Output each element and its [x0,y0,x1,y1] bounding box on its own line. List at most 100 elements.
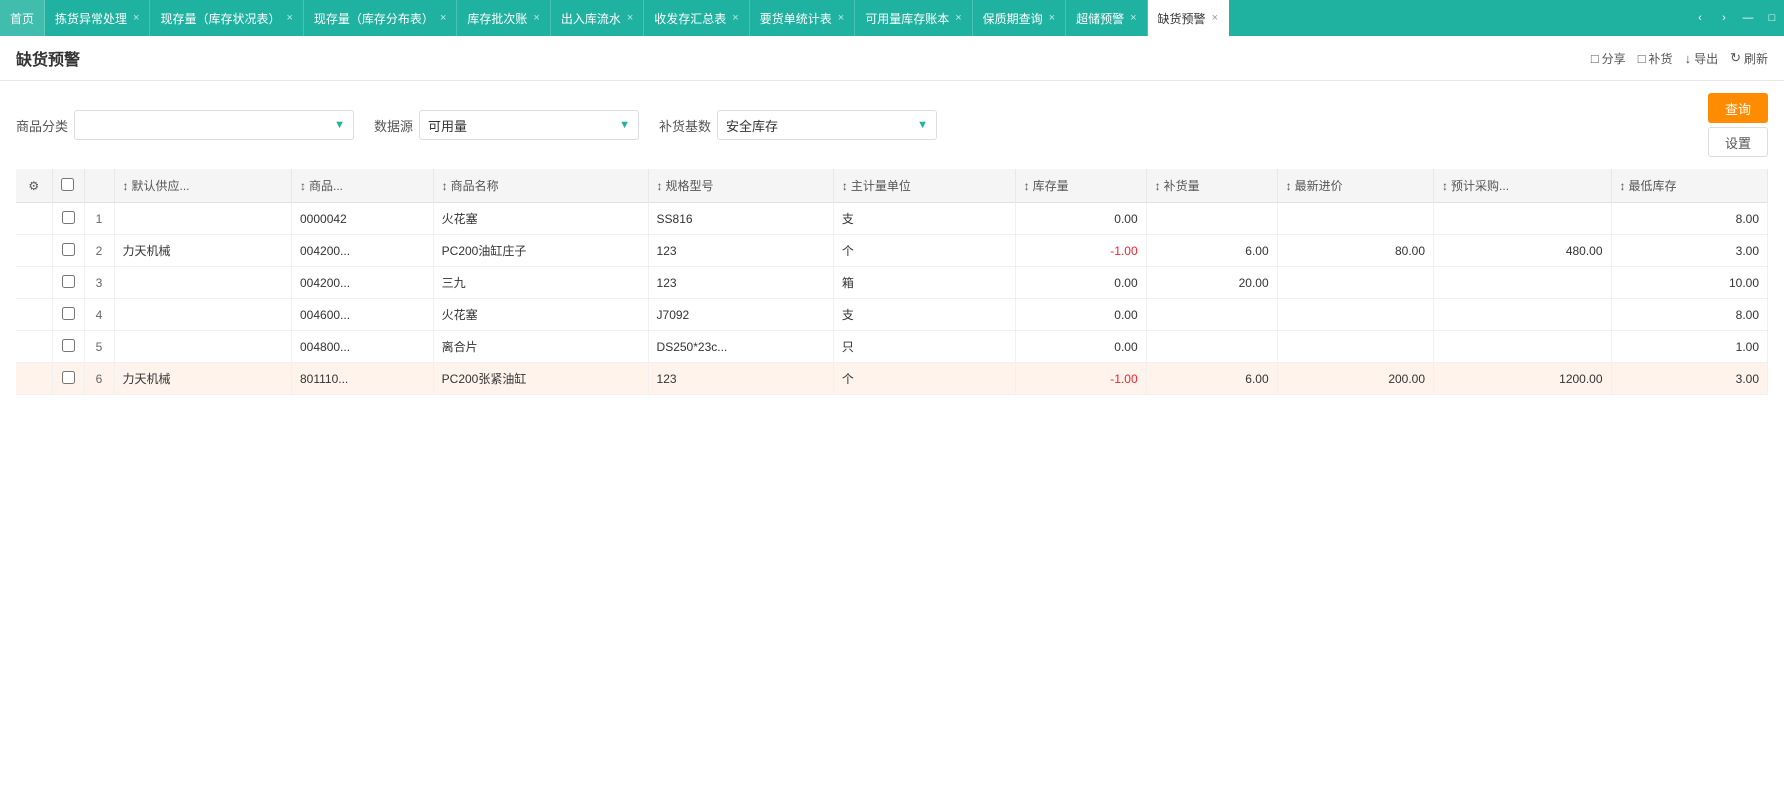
min-stock-column-header[interactable]: ↕ 最低库存 [1611,169,1767,203]
estimated-purchase-column-header[interactable]: ↕ 预计采购... [1434,169,1612,203]
tab-label-collect: 收发存汇总表 [654,10,726,27]
stock-qty-column-header[interactable]: ↕ 库存量 [1015,169,1146,203]
row-checkbox-5[interactable] [62,371,75,384]
select-all-checkbox[interactable] [61,178,74,191]
tab-overstock[interactable]: 超储预警 × [1066,0,1147,36]
tab-available[interactable]: 可用量库存账本× [855,0,972,36]
tab-prev-btn[interactable]: ‹ [1688,0,1712,36]
replenish-action[interactable]: □ 补货 [1638,50,1673,67]
row-latest-price-cell: 200.00 [1277,363,1433,395]
row-checkbox-cell[interactable] [52,203,84,235]
row-stock-qty-cell: -1.00 [1015,363,1146,395]
basis-value: 安全库存 [726,116,917,135]
tab-maximize-btn[interactable]: □ [1760,0,1784,36]
tab-label-expiry: 保质期查询 [983,10,1043,27]
query-button[interactable]: 查询 [1708,93,1768,123]
tab-label-batch: 库存批次账 [467,10,527,27]
spec-column-header[interactable]: ↕ 规格型号 [648,169,833,203]
row-checkbox-2[interactable] [62,275,75,288]
settings-column-header[interactable]: ⚙ [16,169,52,203]
tab-label-home: 首页 [10,10,34,27]
page-header: 缺货预警 □ 分享 □ 补货 ↓ 导出 ↻ 刷新 [0,36,1784,81]
settings-button[interactable]: 设置 [1708,127,1768,157]
tab-close-order-stat[interactable]: × [838,12,844,24]
refresh-action[interactable]: ↻ 刷新 [1730,50,1768,67]
product-code-column-header[interactable]: ↕ 商品... [292,169,434,203]
tab-order-stat[interactable]: 要货单统计表× [750,0,855,36]
tab-next-btn[interactable]: › [1712,0,1736,36]
basis-label: 补货基数 [659,116,711,135]
tab-close-collect[interactable]: × [732,12,738,24]
tab-close-available[interactable]: × [955,12,961,24]
share-action[interactable]: □ 分享 [1591,50,1626,67]
supplier-column-header[interactable]: ↕ 默认供应... [114,169,292,203]
row-checkbox-cell[interactable] [52,235,84,267]
row-product-name-cell: PC200油缸庄子 [433,235,648,267]
row-checkbox-cell[interactable] [52,299,84,331]
row-supplier-cell [114,267,292,299]
tab-home[interactable]: 首页 [0,0,45,36]
row-product-name-cell: 三九 [433,267,648,299]
row-min-stock-cell: 3.00 [1611,235,1767,267]
tab-stock-status[interactable]: 现存量（库存状况表）× [150,0,303,36]
row-spec-cell: 123 [648,267,833,299]
tab-minimize-btn[interactable]: — [1736,0,1760,36]
tab-expiry[interactable]: 保质期查询 × [973,0,1066,36]
tab-close-shortage[interactable]: × [1212,12,1218,24]
filter-group-category: 商品分类 ▼ [16,110,354,140]
tab-shortage[interactable]: 缺货预警 × [1148,0,1229,36]
table-row: 4 004600... 火花塞 J7092 支 0.00 8.00 [16,299,1768,331]
row-product-code-cell: 801110... [292,363,434,395]
tab-close-expiry[interactable]: × [1049,12,1055,24]
tab-close-abnormal[interactable]: × [133,12,139,24]
row-stock-qty-cell: 0.00 [1015,203,1146,235]
page-content: 缺货预警 □ 分享 □ 补货 ↓ 导出 ↻ 刷新 商品分类 [0,36,1784,796]
unit-column-header[interactable]: ↕ 主计量单位 [833,169,1015,203]
row-supplier-cell: 力天机械 [114,363,292,395]
category-dropdown-icon: ▼ [334,119,345,131]
row-supplier-cell: 力天机械 [114,235,292,267]
row-num-cell: 2 [84,235,114,267]
product-name-column-header[interactable]: ↕ 商品名称 [433,169,648,203]
basis-select[interactable]: 安全库存 ▼ [717,110,937,140]
tab-label-shortage: 缺货预警 [1158,10,1206,27]
category-label: 商品分类 [16,116,68,135]
tab-close-batch[interactable]: × [533,12,539,24]
row-checkbox-cell[interactable] [52,331,84,363]
row-checkbox-cell[interactable] [52,267,84,299]
row-num-cell: 1 [84,203,114,235]
tab-collect[interactable]: 收发存汇总表 × [644,0,749,36]
tab-close-stock-status[interactable]: × [286,12,292,24]
datasource-dropdown-icon: ▼ [619,119,630,131]
export-label: 导出 [1694,50,1718,67]
row-checkbox-0[interactable] [62,211,75,224]
row-latest-price-cell: 80.00 [1277,235,1433,267]
row-unit-cell: 个 [833,235,1015,267]
tab-close-overstock[interactable]: × [1130,12,1136,24]
tab-stock-dist[interactable]: 现存量（库存分布表）× [304,0,457,36]
latest-price-column-header[interactable]: ↕ 最新进价 [1277,169,1433,203]
tab-label-flow: 出入库流水 [561,10,621,27]
tab-abnormal[interactable]: 拣货异常处理× [45,0,150,36]
row-unit-cell: 箱 [833,267,1015,299]
row-product-code-cell: 0000042 [292,203,434,235]
replenish-qty-column-header[interactable]: ↕ 补货量 [1146,169,1277,203]
row-checkbox-3[interactable] [62,307,75,320]
row-spec-cell: 123 [648,235,833,267]
tab-close-stock-dist[interactable]: × [440,12,446,24]
filter-group-datasource: 数据源 可用量 ▼ [374,110,639,140]
datasource-select[interactable]: 可用量 ▼ [419,110,639,140]
row-checkbox-cell[interactable] [52,363,84,395]
row-min-stock-cell: 1.00 [1611,331,1767,363]
row-num-cell: 6 [84,363,114,395]
row-checkbox-1[interactable] [62,243,75,256]
data-table: ⚙ ↕ 默认供应... ↕ 商 [16,169,1768,395]
tab-close-flow[interactable]: × [627,12,633,24]
category-select[interactable]: ▼ [74,110,354,140]
export-action[interactable]: ↓ 导出 [1685,50,1719,67]
tab-label-overstock: 超储预警 [1076,10,1124,27]
tab-flow[interactable]: 出入库流水 × [551,0,644,36]
tab-batch[interactable]: 库存批次账 × [457,0,550,36]
row-replenish-qty-cell: 6.00 [1146,363,1277,395]
row-checkbox-4[interactable] [62,339,75,352]
